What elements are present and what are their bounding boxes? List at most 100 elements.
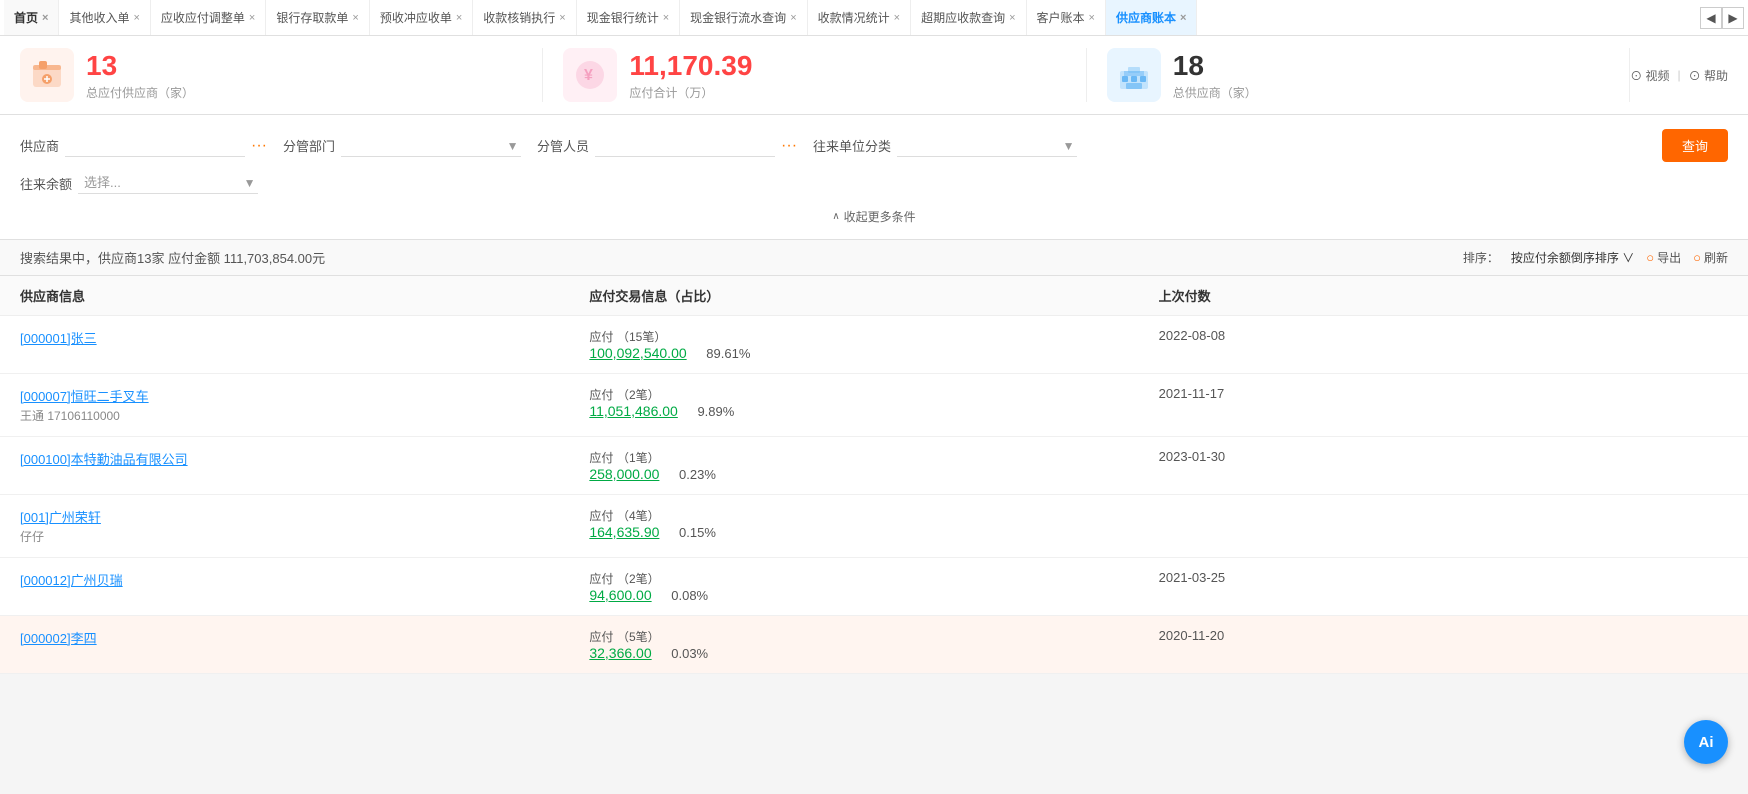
results-bar: 搜索结果中，供应商13家 应付金额 111,703,854.00元 排序： 按应… — [0, 240, 1748, 276]
balance-select-wrap: 选择... ▼ — [78, 172, 258, 194]
payable-label: 应付 — [589, 451, 613, 465]
supplier-dots[interactable]: ··· — [251, 137, 267, 155]
payable-label: 应付 — [589, 509, 613, 523]
nav-tab-cash-query[interactable]: 现金银行流水查询 × — [680, 0, 807, 36]
supplier-link[interactable]: [001]广州荣轩 — [20, 510, 101, 525]
payable-percent: 89.61% — [706, 346, 750, 361]
payable-suppliers-icon — [20, 48, 74, 102]
nav-tab-home[interactable]: 首页 × — [4, 0, 59, 36]
nav-tab-adjust[interactable]: 应收应付调整单 × — [151, 0, 266, 36]
payable-amount[interactable]: 100,092,540.00 — [589, 345, 686, 361]
close-icon[interactable]: × — [456, 12, 462, 24]
close-icon[interactable]: × — [663, 12, 669, 24]
stat-payable-suppliers: 13 总应付供应商（家） — [20, 48, 543, 102]
results-summary: 搜索结果中，供应商13家 应付金额 111,703,854.00元 — [20, 248, 325, 267]
close-icon[interactable]: × — [894, 12, 900, 24]
export-button[interactable]: ○ 导出 — [1646, 249, 1681, 266]
payable-count: （2笔） — [617, 388, 660, 402]
data-table: 供应商信息 应付交易信息（占比） 上次付数 [000001]张三 应付 （15笔… — [0, 276, 1748, 674]
nav-tab-customer-book[interactable]: 客户账本 × — [1027, 0, 1106, 36]
table-row: [000007]恒旺二手叉车 王通 17106110000 应付 （2笔） 11… — [0, 374, 1748, 437]
supplier-link[interactable]: [000002]李四 — [20, 631, 97, 646]
supplier-input[interactable] — [65, 135, 245, 157]
close-icon[interactable]: × — [1089, 12, 1095, 24]
nav-tab-bank[interactable]: 银行存取款单 × — [266, 0, 369, 36]
nav-tab-supplier-book[interactable]: 供应商账本 × — [1106, 0, 1197, 36]
last-payment-cell: 2021-03-25 — [1159, 570, 1728, 585]
close-icon[interactable]: × — [133, 12, 139, 24]
payable-count: （5笔） — [617, 630, 660, 644]
person-input[interactable] — [595, 135, 775, 157]
supplier-link[interactable]: [000100]本特勤油品有限公司 — [20, 452, 188, 467]
collapse-button[interactable]: ∧ 收起更多条件 — [832, 204, 915, 229]
nav-tab-prepay[interactable]: 预收冲应收单 × — [370, 0, 473, 36]
filter-supplier: 供应商 ··· — [20, 135, 267, 157]
stat-total-suppliers: 18 总供应商（家） — [1087, 48, 1630, 102]
nav-tab-recv-stat[interactable]: 收款情况统计 × — [808, 0, 911, 36]
close-icon[interactable]: × — [352, 12, 358, 24]
sort-label: 排序： — [1463, 249, 1499, 266]
col-header-supplier: 供应商信息 — [20, 286, 589, 305]
supplier-link[interactable]: [000012]广州贝瑞 — [20, 573, 123, 588]
nav-tab-recv-exec[interactable]: 收款核销执行 × — [473, 0, 576, 36]
refresh-icon: ○ — [1693, 250, 1701, 265]
supplier-link[interactable]: [000007]恒旺二手叉车 — [20, 389, 149, 404]
table-row: [000001]张三 应付 （15笔） 100,092,540.00 89.61… — [0, 316, 1748, 374]
last-payment-cell: 2022-08-08 — [1159, 328, 1728, 343]
filter-row-1: 供应商 ··· 分管部门 ▼ 分管人员 ··· 往来单位分类 — [20, 129, 1728, 162]
payable-count: （15笔） — [617, 330, 666, 344]
supplier-cell: [000100]本特勤油品有限公司 — [20, 449, 589, 468]
nav-prev-button[interactable]: ◀ — [1700, 7, 1722, 29]
close-icon[interactable]: × — [42, 12, 48, 24]
close-icon[interactable]: × — [1009, 12, 1015, 24]
last-payment-cell: 2020-11-20 — [1159, 628, 1728, 643]
last-payment-cell: 2023-01-30 — [1159, 449, 1728, 464]
nav-tab-overdue[interactable]: 超期应收款查询 × — [911, 0, 1026, 36]
supplier-cell: [000007]恒旺二手叉车 王通 17106110000 — [20, 386, 589, 424]
nav-tab-income[interactable]: 其他收入单 × — [59, 0, 150, 36]
payable-count: （2笔） — [617, 572, 660, 586]
filter-department: 分管部门 ▼ — [283, 135, 521, 157]
payable-amount-icon: ¥ — [563, 48, 617, 102]
video-link[interactable]: ⊙ 视频 — [1630, 67, 1669, 84]
help-link[interactable]: ⊙ 帮助 — [1689, 67, 1728, 84]
col-header-payable: 应付交易信息（占比） — [589, 286, 1158, 305]
svg-text:¥: ¥ — [584, 67, 593, 84]
ai-button[interactable]: Ai — [1684, 720, 1728, 764]
balance-label: 往来余额 — [20, 174, 72, 193]
unit-type-select-wrap: ▼ — [897, 135, 1077, 157]
refresh-button[interactable]: ○ 刷新 — [1693, 249, 1728, 266]
department-label: 分管部门 — [283, 136, 335, 155]
close-icon[interactable]: × — [249, 12, 255, 24]
nav-next-button[interactable]: ▶ — [1722, 7, 1744, 29]
supplier-cell: [001]广州荣轩 仔仔 — [20, 507, 589, 545]
close-icon[interactable]: × — [559, 12, 565, 24]
total-suppliers-icon — [1107, 48, 1161, 102]
close-icon[interactable]: × — [1180, 12, 1186, 24]
payable-cell: 应付 （2笔） 94,600.00 0.08% — [589, 570, 1158, 603]
supplier-cell: [000001]张三 — [20, 328, 589, 347]
payable-amount[interactable]: 32,366.00 — [589, 645, 651, 661]
department-select[interactable] — [341, 135, 521, 157]
payable-percent: 0.23% — [679, 467, 716, 482]
supplier-label: 供应商 — [20, 136, 59, 155]
sort-selector[interactable]: 按应付余额倒序排序 ∨ — [1511, 249, 1634, 266]
payable-amount[interactable]: 164,635.90 — [589, 524, 659, 540]
payable-amount[interactable]: 11,051,486.00 — [589, 403, 678, 419]
nav-tab-cash-stat[interactable]: 现金银行统计 × — [577, 0, 680, 36]
payable-cell: 应付 （1笔） 258,000.00 0.23% — [589, 449, 1158, 482]
balance-select[interactable]: 选择... — [78, 172, 258, 194]
payable-amount[interactable]: 258,000.00 — [589, 466, 659, 482]
payable-cell: 应付 （15笔） 100,092,540.00 89.61% — [589, 328, 1158, 361]
supplier-link[interactable]: [000001]张三 — [20, 331, 97, 346]
close-icon[interactable]: × — [790, 12, 796, 24]
divider: | — [1678, 68, 1681, 82]
table-row: [000012]广州贝瑞 应付 （2笔） 94,600.00 0.08% 202… — [0, 558, 1748, 616]
query-button[interactable]: 查询 — [1662, 129, 1728, 162]
person-dots[interactable]: ··· — [781, 137, 797, 155]
payable-label: 应付 — [589, 630, 613, 644]
payable-percent: 0.08% — [671, 588, 708, 603]
export-icon: ○ — [1646, 250, 1654, 265]
unit-type-select[interactable] — [897, 135, 1077, 157]
payable-amount[interactable]: 94,600.00 — [589, 587, 651, 603]
